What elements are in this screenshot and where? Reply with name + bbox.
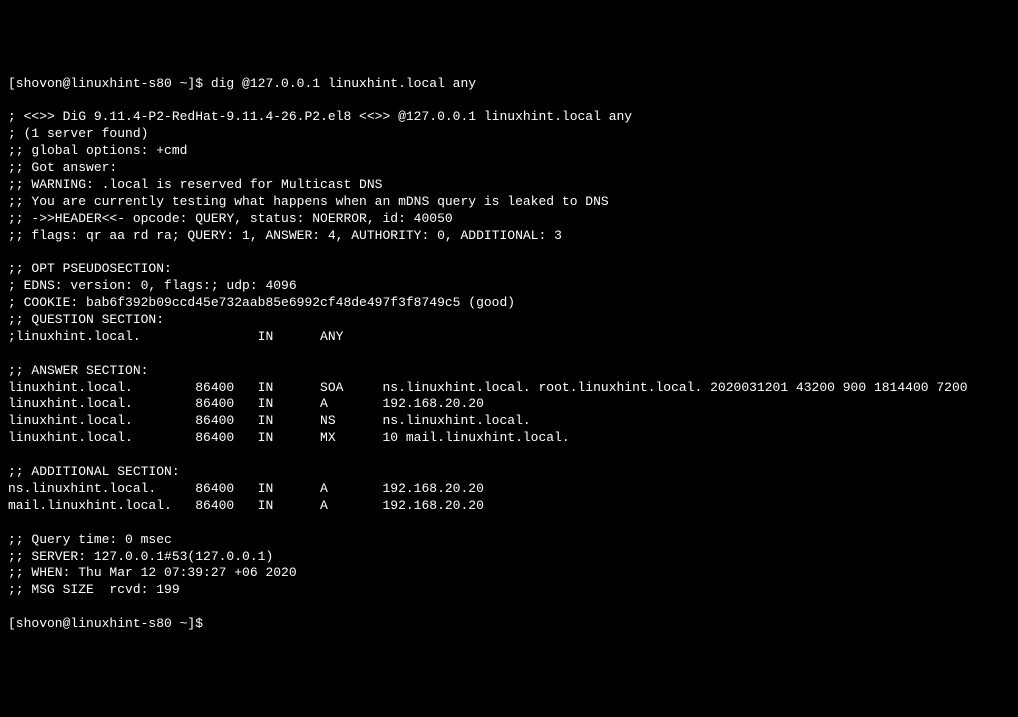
- query-time: ;; Query time: 0 msec: [8, 532, 172, 547]
- additional-section-header: ;; ADDITIONAL SECTION:: [8, 464, 180, 479]
- flags-line: ;; flags: qr aa rd ra; QUERY: 1, ANSWER:…: [8, 228, 562, 243]
- dig-header: ; <<>> DiG 9.11.4-P2-RedHat-9.11.4-26.P2…: [8, 109, 632, 124]
- header-opcode: ;; ->>HEADER<<- opcode: QUERY, status: N…: [8, 211, 453, 226]
- got-answer: ;; Got answer:: [8, 160, 117, 175]
- edns-line: ; EDNS: version: 0, flags:; udp: 4096: [8, 278, 297, 293]
- msg-size: ;; MSG SIZE rcvd: 199: [8, 582, 180, 597]
- shell-prompt-line[interactable]: [shovon@linuxhint-s80 ~]$ dig @127.0.0.1…: [8, 76, 476, 91]
- question-section-header: ;; QUESTION SECTION:: [8, 312, 164, 327]
- opt-pseudosection-header: ;; OPT PSEUDOSECTION:: [8, 261, 172, 276]
- servers-found: ; (1 server found): [8, 126, 148, 141]
- additional-record-mail-a: mail.linuxhint.local. 86400 IN A 192.168…: [8, 498, 484, 513]
- answer-record-soa: linuxhint.local. 86400 IN SOA ns.linuxhi…: [8, 380, 968, 395]
- global-options: ;; global options: +cmd: [8, 143, 187, 158]
- warning-mdns-leak: ;; You are currently testing what happen…: [8, 194, 609, 209]
- answer-record-mx: linuxhint.local. 86400 IN MX 10 mail.lin…: [8, 430, 570, 445]
- warning-local-mdns: ;; WARNING: .local is reserved for Multi…: [8, 177, 382, 192]
- cookie-line: ; COOKIE: bab6f392b09ccd45e732aab85e6992…: [8, 295, 515, 310]
- shell-prompt-ready[interactable]: [shovon@linuxhint-s80 ~]$: [8, 616, 211, 631]
- additional-record-ns-a: ns.linuxhint.local. 86400 IN A 192.168.2…: [8, 481, 484, 496]
- answer-section-header: ;; ANSWER SECTION:: [8, 363, 148, 378]
- question-record: ;linuxhint.local. IN ANY: [8, 329, 343, 344]
- when-line: ;; WHEN: Thu Mar 12 07:39:27 +06 2020: [8, 565, 297, 580]
- terminal-output: [shovon@linuxhint-s80 ~]$ dig @127.0.0.1…: [8, 76, 1010, 633]
- server-line: ;; SERVER: 127.0.0.1#53(127.0.0.1): [8, 549, 273, 564]
- answer-record-ns: linuxhint.local. 86400 IN NS ns.linuxhin…: [8, 413, 531, 428]
- answer-record-a: linuxhint.local. 86400 IN A 192.168.20.2…: [8, 396, 484, 411]
